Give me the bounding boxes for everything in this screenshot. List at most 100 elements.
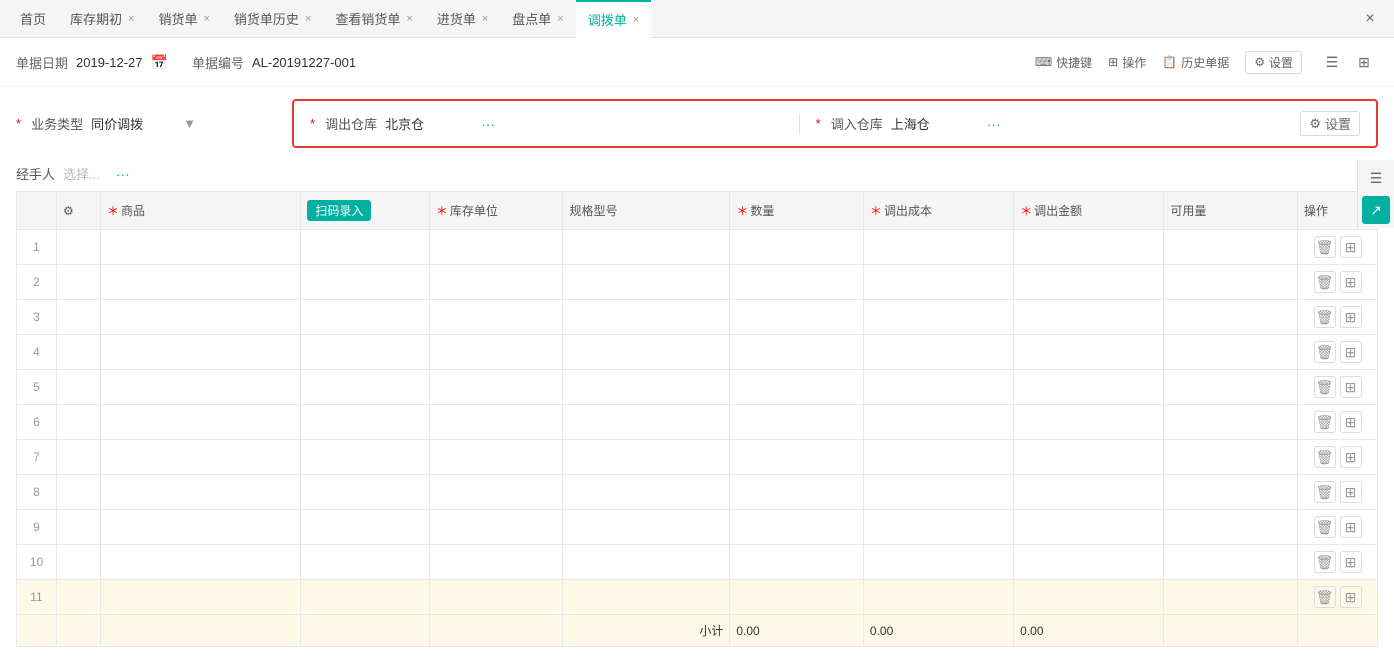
row-cost-6: [863, 405, 1013, 440]
operate-action[interactable]: ⊞ 操作: [1108, 54, 1146, 71]
row-product-2[interactable]: [101, 265, 301, 300]
table-row: 8 🗑 ⊞: [17, 475, 1378, 510]
tab-sales-history[interactable]: 销货单历史 ×: [222, 0, 323, 38]
row-unit-5: [429, 370, 563, 405]
row-op-2: 🗑 ⊞: [1298, 265, 1378, 300]
row-op-6: 🗑 ⊞: [1298, 405, 1378, 440]
tab-close-transfer[interactable]: ×: [633, 14, 639, 26]
row-spec-11: [563, 580, 730, 615]
tab-home[interactable]: 首页: [8, 0, 58, 38]
shortcut-action[interactable]: ⌨ 快捷键: [1035, 54, 1092, 71]
row-available-11: [1164, 580, 1298, 615]
delete-btn-7[interactable]: 🗑: [1314, 446, 1336, 468]
grid-view-icon[interactable]: ⊞: [1350, 48, 1378, 76]
col-header-gear[interactable]: ⚙: [57, 192, 101, 230]
row-spec-10: [563, 545, 730, 580]
tab-purchase[interactable]: 进货单 ×: [425, 0, 500, 38]
tab-close-view-sales[interactable]: ×: [406, 13, 412, 25]
date-value[interactable]: 2019-12-27: [76, 55, 143, 70]
warehouse-out-more[interactable]: ···: [481, 116, 495, 132]
business-type-value[interactable]: 同价调拨: [91, 114, 171, 133]
panel-list-icon[interactable]: ☰: [1362, 164, 1390, 192]
delete-btn-9[interactable]: 🗑: [1314, 516, 1336, 538]
delete-btn-8[interactable]: 🗑: [1314, 481, 1336, 503]
row-product-5[interactable]: [101, 370, 301, 405]
delete-btn-6[interactable]: 🗑: [1314, 411, 1336, 433]
list-view-icon[interactable]: ☰: [1318, 48, 1346, 76]
settings-button[interactable]: ⚙ 设置: [1245, 51, 1302, 74]
row-op-11: 🗑 ⊞: [1298, 580, 1378, 615]
row-index-6: 6: [17, 405, 57, 440]
tab-inventory-init[interactable]: 库存期初 ×: [58, 0, 146, 38]
tab-bar-close-button[interactable]: ×: [1354, 3, 1386, 35]
copy-btn-8[interactable]: ⊞: [1340, 481, 1362, 503]
tab-transfer[interactable]: 调拨单 ×: [576, 0, 651, 38]
tab-close-inventory-init[interactable]: ×: [128, 13, 134, 25]
row-product-6[interactable]: [101, 405, 301, 440]
warehouse-in-value[interactable]: 上海仓: [891, 114, 971, 133]
delete-btn-3[interactable]: 🗑: [1314, 306, 1336, 328]
number-value: AL-20191227-001: [252, 55, 356, 70]
scan-button[interactable]: 扫码录入: [307, 200, 371, 221]
copy-btn-7[interactable]: ⊞: [1340, 446, 1362, 468]
tab-close-inventory[interactable]: ×: [557, 13, 563, 25]
row-product-3[interactable]: [101, 300, 301, 335]
data-table: ⚙ ＊＊商品商品 扫码录入 ＊库存单位 规格型号 ＊数量 ＊调: [16, 191, 1378, 647]
copy-btn-3[interactable]: ⊞: [1340, 306, 1362, 328]
handler-input[interactable]: 选择...: [63, 164, 100, 183]
delete-btn-10[interactable]: 🗑: [1314, 551, 1336, 573]
row-product-11[interactable]: [101, 580, 301, 615]
table-row: 6 🗑 ⊞: [17, 405, 1378, 440]
row-op-3: 🗑 ⊞: [1298, 300, 1378, 335]
tab-inventory[interactable]: 盘点单 ×: [500, 0, 575, 38]
delete-btn-5[interactable]: 🗑: [1314, 376, 1336, 398]
subtotal-empty-3: [101, 615, 301, 647]
row-amount-4: [1014, 335, 1164, 370]
handler-more[interactable]: ···: [116, 166, 130, 182]
tab-sales-order[interactable]: 销货单 ×: [146, 0, 221, 38]
delete-btn-11[interactable]: 🗑: [1314, 586, 1336, 608]
copy-btn-11[interactable]: ⊞: [1340, 586, 1362, 608]
row-unit-1: [429, 230, 563, 265]
warehouse-in-more[interactable]: ···: [987, 116, 1001, 132]
row-product-10[interactable]: [101, 545, 301, 580]
copy-btn-1[interactable]: ⊞: [1340, 236, 1362, 258]
row-available-4: [1164, 335, 1298, 370]
row-product-7[interactable]: [101, 440, 301, 475]
tab-close-purchase[interactable]: ×: [482, 13, 488, 25]
copy-btn-9[interactable]: ⊞: [1340, 516, 1362, 538]
row-product-1[interactable]: [101, 230, 301, 265]
copy-btn-5[interactable]: ⊞: [1340, 376, 1362, 398]
delete-btn-1[interactable]: 🗑: [1314, 236, 1336, 258]
warehouse-out-section: * 调出仓库 北京仓 ···: [310, 114, 783, 133]
row-op-1: 🗑 ⊞: [1298, 230, 1378, 265]
col-header-qty: ＊数量: [730, 192, 864, 230]
tab-close-sales-history[interactable]: ×: [305, 13, 311, 25]
copy-btn-10[interactable]: ⊞: [1340, 551, 1362, 573]
row-available-1: [1164, 230, 1298, 265]
row-op-9: 🗑 ⊞: [1298, 510, 1378, 545]
row-unit-2: [429, 265, 563, 300]
tab-close-sales-order[interactable]: ×: [203, 13, 209, 25]
row-available-6: [1164, 405, 1298, 440]
delete-btn-2[interactable]: 🗑: [1314, 271, 1336, 293]
copy-btn-6[interactable]: ⊞: [1340, 411, 1362, 433]
delete-btn-4[interactable]: 🗑: [1314, 341, 1336, 363]
warehouse-out-value[interactable]: 北京仓: [385, 114, 465, 133]
copy-btn-4[interactable]: ⊞: [1340, 341, 1362, 363]
row-gear-9: [57, 510, 101, 545]
row-product-4[interactable]: [101, 335, 301, 370]
warehouse-settings-button[interactable]: ⚙ 设置: [1300, 111, 1360, 136]
panel-export-icon[interactable]: ↗: [1362, 196, 1390, 224]
col-header-scan: 扫码录入: [301, 192, 430, 230]
history-action[interactable]: 📋 历史单据: [1162, 54, 1229, 71]
row-amount-3: [1014, 300, 1164, 335]
row-unit-4: [429, 335, 563, 370]
row-product-9[interactable]: [101, 510, 301, 545]
row-product-8[interactable]: [101, 475, 301, 510]
calendar-icon[interactable]: 📅: [151, 54, 168, 71]
business-type-dropdown[interactable]: ▼: [183, 116, 196, 131]
copy-btn-2[interactable]: ⊞: [1340, 271, 1362, 293]
tab-view-sales[interactable]: 查看销货单 ×: [323, 0, 424, 38]
row-qty-6: [730, 405, 864, 440]
